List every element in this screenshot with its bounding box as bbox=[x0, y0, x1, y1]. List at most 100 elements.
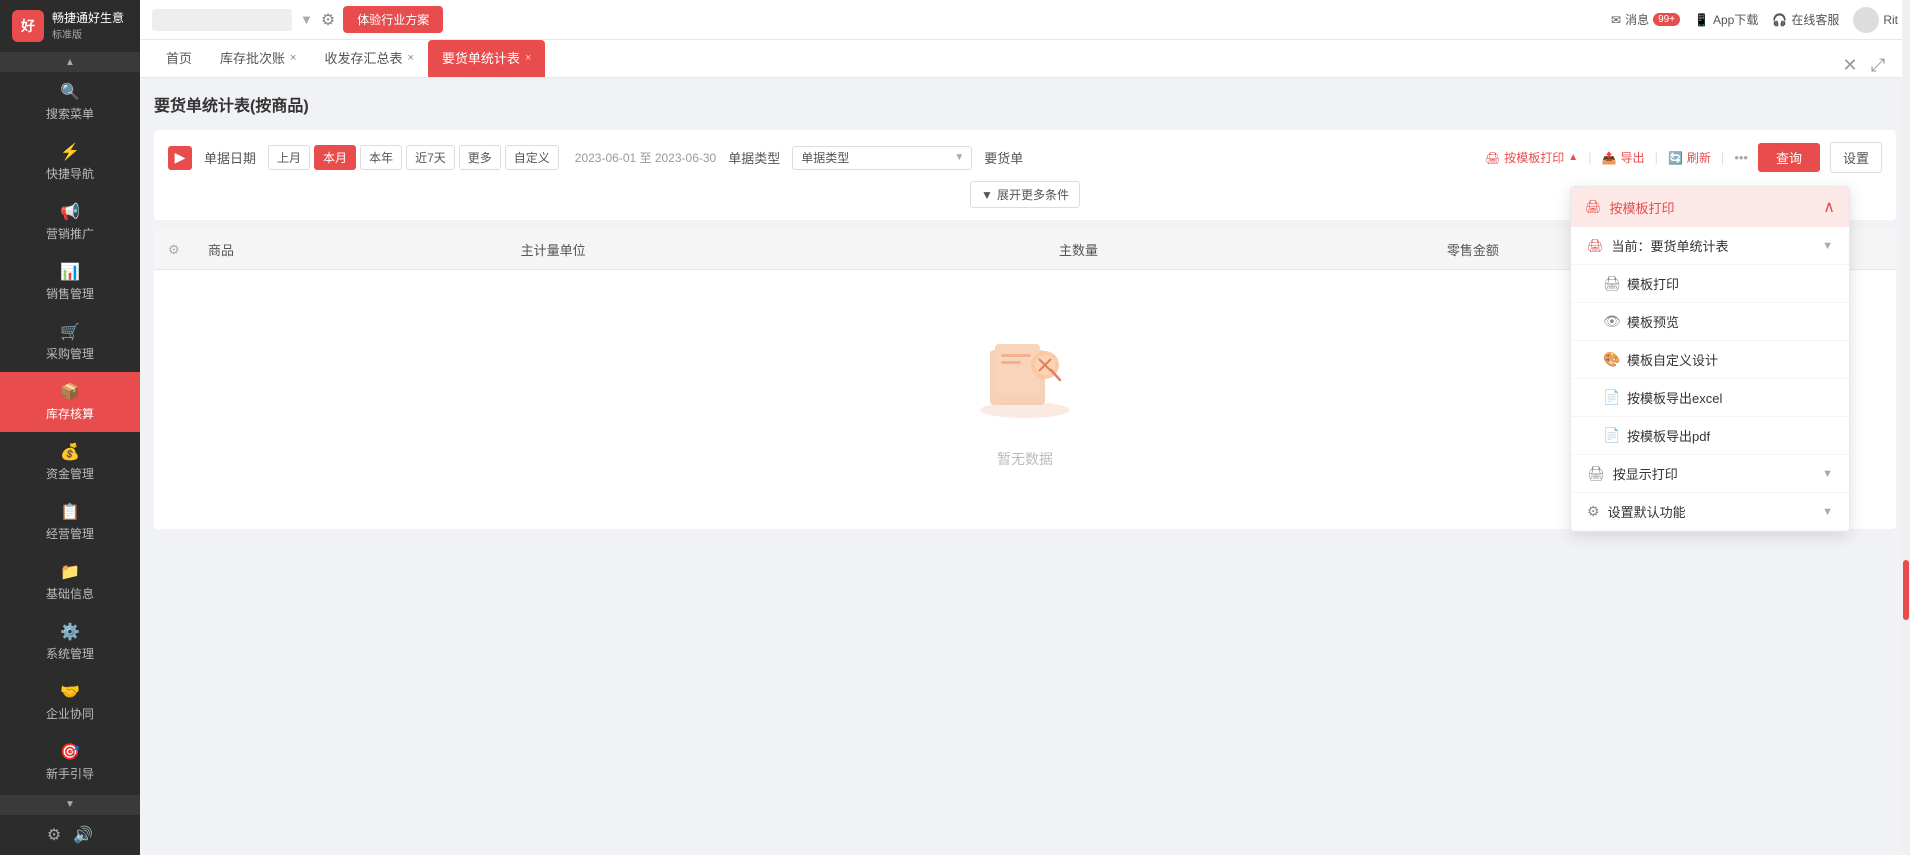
query-btn[interactable]: 查询 bbox=[1758, 143, 1820, 172]
sidebar-item-basics[interactable]: 📁 基础信息 bbox=[0, 552, 140, 612]
tab-order-stats[interactable]: 要货单统计表 × bbox=[428, 40, 545, 77]
template-excel-icon: 📄 bbox=[1603, 389, 1619, 406]
purchase-icon: 🛒 bbox=[60, 322, 80, 342]
dropdown-item-template-design[interactable]: 🎨 模板自定义设计 bbox=[1571, 341, 1849, 379]
set-default-icon: ⚙ bbox=[1587, 503, 1600, 520]
sidebar-bottom: ⚙ 🔊 bbox=[0, 814, 140, 855]
print-arrow: ▲ bbox=[1568, 152, 1578, 163]
date-btn-custom[interactable]: 自定义 bbox=[505, 145, 559, 170]
app-name: 畅捷通好生意 bbox=[52, 11, 124, 27]
print-icon: 🖨 bbox=[1485, 151, 1500, 165]
order-type-label: 单据类型 bbox=[728, 148, 780, 167]
order-type-select-wrapper: 单据类型 ▼ bbox=[792, 146, 972, 170]
scroll-down-btn[interactable]: ▼ bbox=[0, 795, 140, 814]
topbar-search-bar bbox=[152, 9, 292, 31]
template-print-icon: 🖨 bbox=[1603, 275, 1619, 292]
dropdown-item-template-excel[interactable]: 📄 按模板导出excel bbox=[1571, 379, 1849, 417]
table-col-settings-icon[interactable]: ⚙ bbox=[168, 242, 180, 257]
print-label: 按模板打印 bbox=[1504, 149, 1564, 166]
action-divider-2: | bbox=[1655, 150, 1658, 165]
tab-batch-account[interactable]: 库存批次账 × bbox=[206, 40, 310, 77]
tab-receipt-summary[interactable]: 收发存汇总表 × bbox=[310, 40, 427, 77]
sound-bottom-icon[interactable]: 🔊 bbox=[73, 825, 93, 845]
display-print-label: 按显示打印 bbox=[1613, 464, 1678, 483]
dropdown-item-template-print[interactable]: 🖨 模板打印 bbox=[1571, 265, 1849, 303]
refresh-btn[interactable]: 🔄 刷新 bbox=[1668, 149, 1711, 166]
tab-batch-account-close[interactable]: × bbox=[290, 52, 296, 64]
tab-home-label: 首页 bbox=[166, 48, 192, 67]
date-range-display: 2023-06-01 至 2023-06-30 bbox=[575, 149, 716, 166]
expand-window-btn[interactable]: ⤢ bbox=[1866, 53, 1890, 77]
sidebar-item-operation[interactable]: 📋 经营管理 bbox=[0, 492, 140, 552]
system-icon: ⚙️ bbox=[60, 622, 80, 642]
sidebar-item-quick-nav[interactable]: ⚡ 快捷导航 bbox=[0, 132, 140, 192]
sidebar-item-purchase[interactable]: 🛒 采购管理 bbox=[0, 312, 140, 372]
refresh-icon: 🔄 bbox=[1668, 151, 1683, 165]
template-design-icon: 🎨 bbox=[1603, 351, 1619, 368]
online-service-btn[interactable]: 🎧 在线客服 bbox=[1772, 11, 1839, 28]
user-area[interactable]: Rit bbox=[1853, 7, 1898, 33]
print-btn[interactable]: 🖨 按模板打印 ▲ bbox=[1485, 149, 1578, 166]
sales-icon: 📊 bbox=[60, 262, 80, 282]
tab-order-stats-close[interactable]: × bbox=[525, 52, 531, 64]
tab-home[interactable]: 首页 bbox=[152, 40, 206, 77]
dropdown-current-item[interactable]: 🖨 当前：要货单统计表 ▼ bbox=[1571, 227, 1849, 265]
trial-btn[interactable]: 体验行业方案 bbox=[343, 6, 443, 33]
date-btn-this-year[interactable]: 本年 bbox=[360, 145, 402, 170]
template-preview-label: 模板预览 bbox=[1627, 312, 1679, 331]
sidebar-logo: 好 畅捷通好生意 标准版 bbox=[0, 0, 140, 53]
action-divider-1: | bbox=[1588, 150, 1591, 165]
sidebar-item-inventory[interactable]: 📦 库存核算 bbox=[0, 372, 140, 432]
scroll-up-btn[interactable]: ▲ bbox=[0, 53, 140, 72]
dropdown-item-template-preview[interactable]: 👁 模板预览 bbox=[1571, 303, 1849, 341]
sidebar-item-sales[interactable]: 📊 销售管理 bbox=[0, 252, 140, 312]
more-actions-icon[interactable]: ••• bbox=[1734, 150, 1748, 165]
dropdown-item-set-default[interactable]: ⚙ 设置默认功能 ▼ bbox=[1571, 493, 1849, 531]
date-btn-last-month[interactable]: 上月 bbox=[268, 145, 310, 170]
sidebar-item-finance[interactable]: 💰 资金管理 bbox=[0, 432, 140, 492]
tab-receipt-summary-close[interactable]: × bbox=[407, 52, 413, 64]
app-download-icon: 📱 bbox=[1694, 13, 1709, 27]
finance-icon: 💰 bbox=[60, 442, 80, 462]
message-btn[interactable]: ✉ 消息 99+ bbox=[1611, 11, 1680, 28]
date-btn-more[interactable]: 更多 bbox=[459, 145, 501, 170]
export-btn[interactable]: 📤 导出 bbox=[1602, 149, 1645, 166]
filter-expand-toggle[interactable]: ▶ bbox=[168, 146, 192, 170]
sidebar-item-guide-label: 新手引导 bbox=[46, 765, 94, 782]
topbar-dropdown-icon[interactable]: ▼ bbox=[300, 12, 313, 27]
dropdown-close-btn[interactable]: ∧ bbox=[1823, 197, 1835, 217]
right-scrollbar[interactable] bbox=[1902, 0, 1910, 855]
sidebar-item-system-label: 系统管理 bbox=[46, 645, 94, 662]
service-icon: 🎧 bbox=[1772, 13, 1787, 27]
app-download-btn[interactable]: 📱 App下载 bbox=[1694, 11, 1758, 28]
date-btn-this-month[interactable]: 本月 bbox=[314, 145, 356, 170]
sidebar-item-system[interactable]: ⚙️ 系统管理 bbox=[0, 612, 140, 672]
settings-btn[interactable]: 设置 bbox=[1830, 142, 1882, 173]
basics-icon: 📁 bbox=[60, 562, 80, 582]
cooperation-icon: 🤝 bbox=[60, 682, 80, 702]
sidebar-item-cooperation[interactable]: 🤝 企业协同 bbox=[0, 672, 140, 732]
sidebar-item-guide[interactable]: 🎯 新手引导 bbox=[0, 732, 140, 792]
order-goods-label: 要货单 bbox=[984, 148, 1023, 167]
order-type-select[interactable]: 单据类型 bbox=[792, 146, 972, 170]
sidebar-item-marketing[interactable]: 📢 营销推广 bbox=[0, 192, 140, 252]
page-content: 要货单统计表(按商品) ▶ 单据日期 上月 本月 本年 近7天 更多 自定义 2… bbox=[140, 78, 1910, 855]
sidebar-item-search[interactable]: 🔍 搜索菜单 bbox=[0, 72, 140, 132]
settings-bottom-icon[interactable]: ⚙ bbox=[47, 825, 61, 845]
expand-more-btn[interactable]: ▼ 展开更多条件 bbox=[970, 181, 1080, 208]
dropdown-item-display-print[interactable]: 🖨 按显示打印 ▼ bbox=[1571, 455, 1849, 493]
dropdown-print-icon: 🖨 bbox=[1585, 199, 1602, 215]
set-default-arrow: ▼ bbox=[1822, 506, 1833, 518]
template-excel-label: 按模板导出excel bbox=[1627, 388, 1722, 407]
col-quantity: 主数量 bbox=[1045, 230, 1433, 270]
tab-batch-account-label: 库存批次账 bbox=[220, 48, 285, 67]
main-area: ▼ ⚙ 体验行业方案 ✉ 消息 99+ 📱 App下载 🎧 在线客服 Rit bbox=[140, 0, 1910, 855]
username: Rit bbox=[1883, 13, 1898, 27]
date-btn-7days[interactable]: 近7天 bbox=[406, 145, 455, 170]
topbar-settings-icon[interactable]: ⚙ bbox=[321, 10, 335, 30]
logo-icon: 好 bbox=[12, 10, 44, 42]
close-window-btn[interactable]: ✕ bbox=[1838, 53, 1862, 77]
dropdown-item-template-pdf[interactable]: 📄 按模板导出pdf bbox=[1571, 417, 1849, 455]
app-version: 标准版 bbox=[52, 26, 124, 41]
set-default-label: 设置默认功能 bbox=[1608, 502, 1686, 521]
